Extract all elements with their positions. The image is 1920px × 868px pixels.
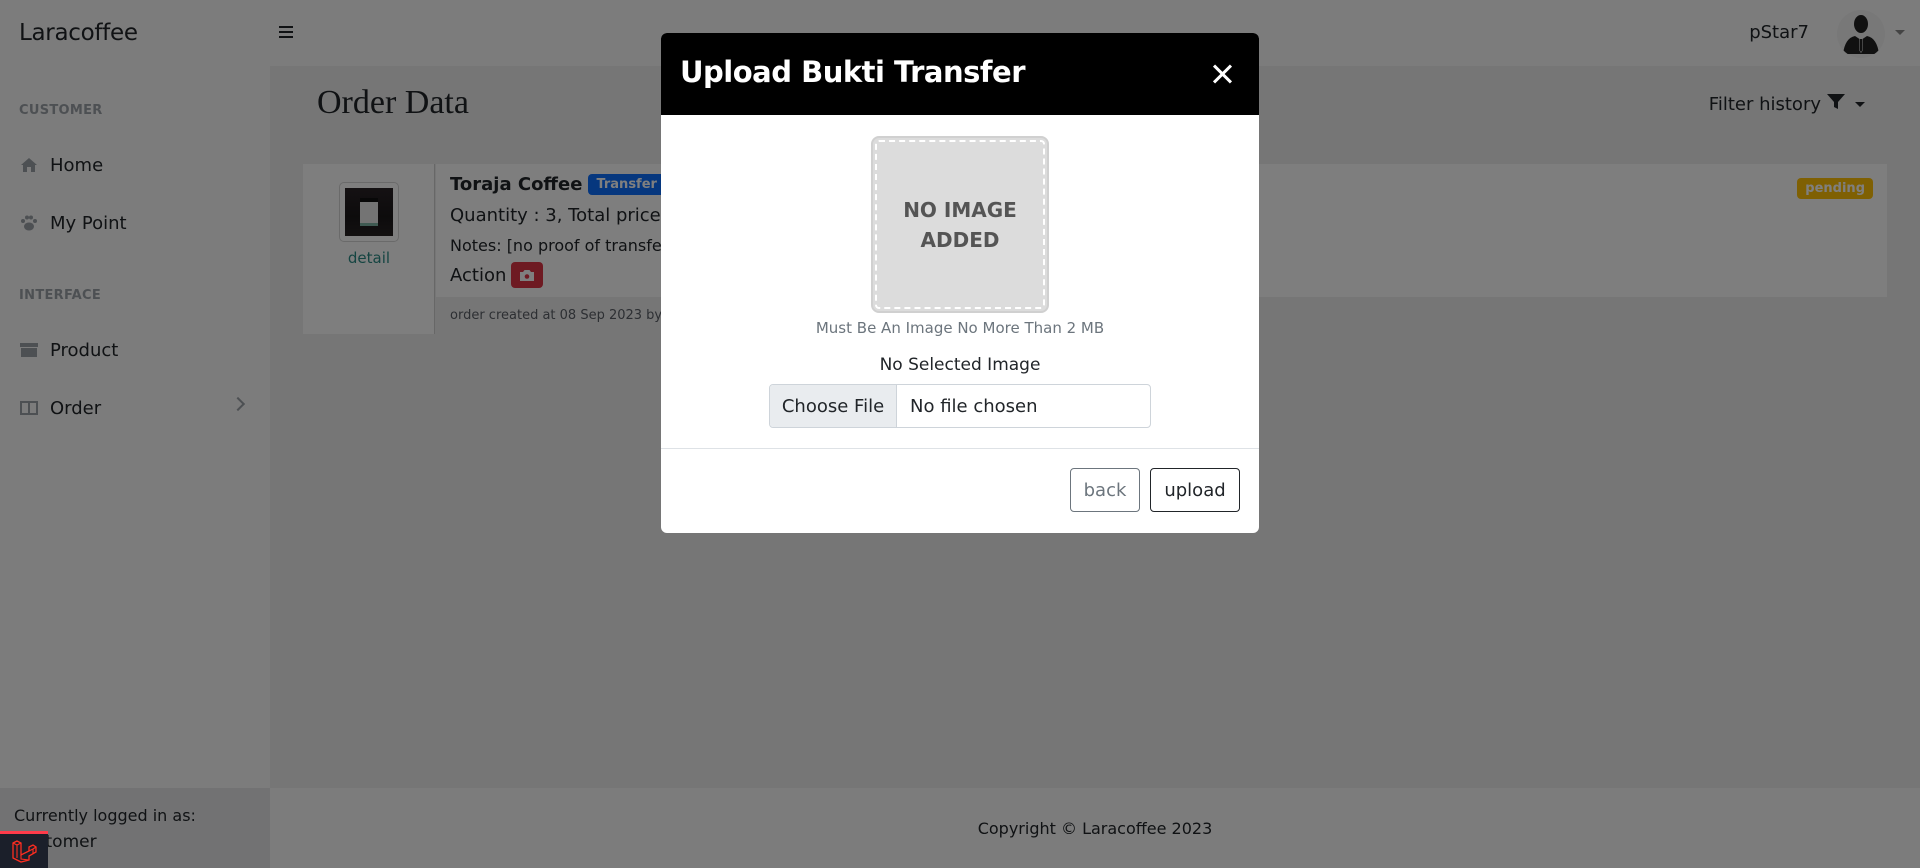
upload-button[interactable]: upload <box>1150 468 1240 512</box>
file-input[interactable]: Choose File No file chosen <box>769 384 1151 428</box>
upload-hint: Must Be An Image No More Than 2 MB <box>815 319 1105 337</box>
image-preview[interactable]: NO IMAGE ADDED <box>871 136 1049 313</box>
choose-file-button[interactable]: Choose File <box>770 385 897 427</box>
back-button[interactable]: back <box>1070 468 1140 512</box>
modal-divider <box>661 448 1259 449</box>
close-icon[interactable] <box>1211 63 1233 85</box>
laravel-debugbar-icon[interactable] <box>0 831 48 868</box>
image-preview-placeholder: NO IMAGE ADDED <box>903 197 1017 252</box>
modal-header: Upload Bukti Transfer <box>661 33 1259 115</box>
modal-title: Upload Bukti Transfer <box>680 55 1026 89</box>
file-input-value: No file chosen <box>910 395 1038 417</box>
upload-proof-modal: Upload Bukti Transfer NO IMAGE ADDED Mus… <box>661 33 1259 533</box>
selected-image-label: No Selected Image <box>879 355 1041 375</box>
